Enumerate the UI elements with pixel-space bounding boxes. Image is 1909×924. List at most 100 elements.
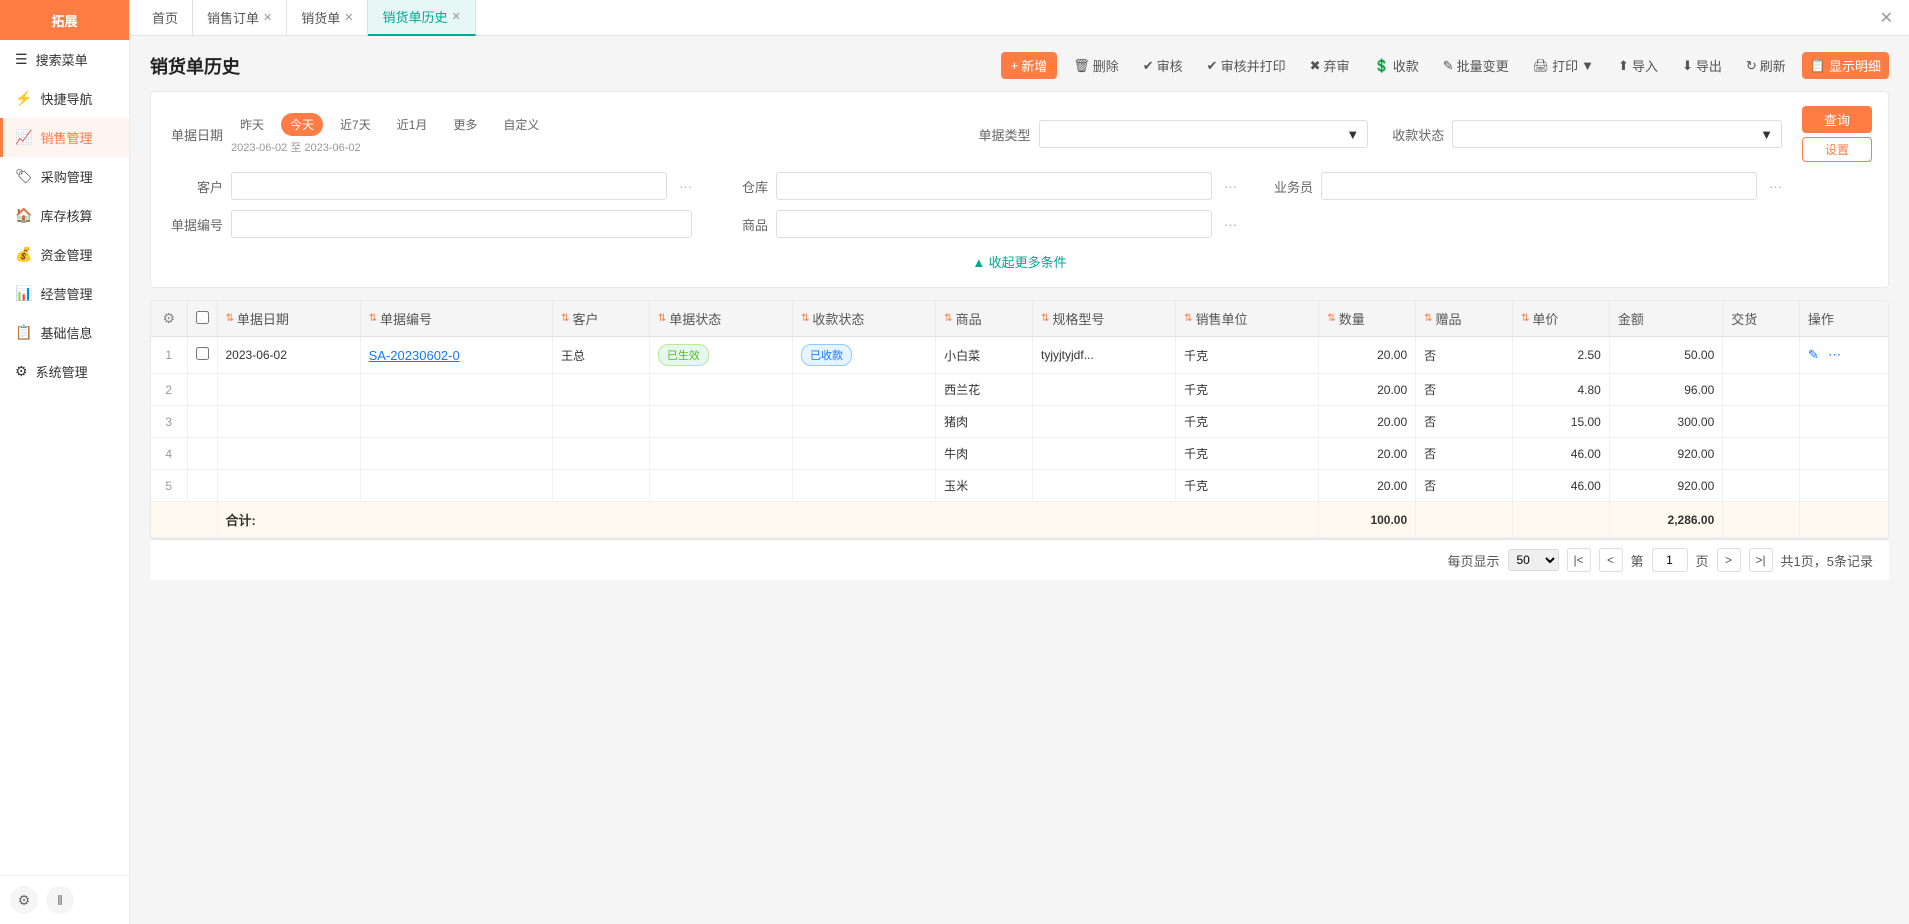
date-tag-1month[interactable]: 近1月: [388, 113, 437, 136]
th-customer[interactable]: ⇅ 客户: [553, 301, 650, 337]
select-all-checkbox[interactable]: [196, 311, 209, 324]
collapse-row[interactable]: ▲ 收起更多条件: [167, 248, 1872, 273]
row4-doc-status: [649, 438, 792, 470]
sidebar-item-label: 销售管理: [40, 128, 92, 147]
row1-edit-icon[interactable]: ✎: [1808, 347, 1819, 362]
page-prev-btn[interactable]: <: [1599, 548, 1623, 572]
row1-more-icon[interactable]: ⋯: [1828, 347, 1841, 362]
sidebar-item-basic-info[interactable]: 📋 基础信息: [0, 313, 129, 352]
sidebar-item-search-menu[interactable]: ☰ 搜索菜单: [0, 40, 129, 79]
sidebar-settings-btn[interactable]: ⚙: [10, 886, 38, 914]
total-records-text: 共1页，5条记录: [1781, 551, 1873, 570]
page-last-btn[interactable]: >|: [1749, 548, 1773, 572]
tab-sales-history-close[interactable]: ✕: [452, 10, 461, 23]
page-input[interactable]: [1652, 548, 1688, 572]
sidebar-item-inventory[interactable]: 🏠 库存核算: [0, 196, 129, 235]
review-button[interactable]: ✔ 审核: [1135, 52, 1191, 79]
collect-button[interactable]: 💲 收款: [1366, 52, 1427, 79]
abandon-button[interactable]: ✖ 弃审: [1302, 52, 1358, 79]
th-collect-status[interactable]: ⇅ 收款状态: [793, 301, 936, 337]
th-doc-no[interactable]: ⇅ 单据编号: [360, 301, 552, 337]
row1-select-checkbox[interactable]: [196, 347, 209, 360]
warehouse-input[interactable]: [776, 172, 1212, 200]
table-settings-icon[interactable]: ⚙: [162, 310, 175, 326]
new-icon: +: [1011, 58, 1019, 73]
row4-qty: 20.00: [1319, 438, 1416, 470]
filter-warehouse-item: 仓库 ···: [712, 172, 1237, 200]
doc-no-input[interactable]: [231, 210, 692, 238]
collect-status-select[interactable]: ▼: [1452, 120, 1782, 148]
tab-close-all-btn[interactable]: ✕: [1872, 8, 1901, 28]
date-tag-yesterday[interactable]: 昨天: [231, 113, 273, 136]
row3-spec: [1033, 406, 1176, 438]
tab-sales-goods-close[interactable]: ✕: [344, 11, 353, 24]
export-button[interactable]: ⬇ 导出: [1674, 52, 1730, 79]
th-doc-status[interactable]: ⇅ 单据状态: [649, 301, 792, 337]
tab-sales-order[interactable]: 销售订单 ✕: [193, 0, 287, 36]
row1-doc-no[interactable]: SA-20230602-0: [360, 337, 552, 374]
th-price[interactable]: ⇅ 单价: [1512, 301, 1609, 337]
refresh-button[interactable]: ↻ 刷新: [1738, 52, 1794, 79]
delete-button[interactable]: 🗑 删除: [1065, 52, 1127, 79]
doc-type-select[interactable]: ▼: [1039, 120, 1369, 148]
th-unit[interactable]: ⇅ 销售单位: [1176, 301, 1319, 337]
row5-unit: 千克: [1176, 470, 1319, 502]
date-tag-more[interactable]: 更多: [444, 113, 486, 136]
filter-business-item: 业务员 ···: [1257, 172, 1782, 200]
tab-home[interactable]: 首页: [138, 0, 193, 36]
delete-label: 删除: [1093, 56, 1119, 75]
display-detail-button[interactable]: 📋 显示明细: [1802, 52, 1889, 79]
row1-doc-no-link[interactable]: SA-20230602-0: [369, 348, 460, 363]
th-gift[interactable]: ⇅ 赠品: [1416, 301, 1513, 337]
filter-settings-button[interactable]: 设置: [1802, 137, 1872, 162]
tab-sales-order-close[interactable]: ✕: [263, 11, 272, 24]
sidebar-item-purchase-mgmt[interactable]: 🏷 采购管理: [0, 157, 129, 196]
row1-actions: ✎ ⋯: [1799, 337, 1888, 374]
page-next-btn[interactable]: >: [1717, 548, 1741, 572]
customer-dots[interactable]: ···: [679, 179, 692, 194]
filter-area: 单据日期 昨天 今天 近7天 近1月 更多 自定义 2023-06-02 至 2…: [150, 91, 1889, 288]
row3-unit: 千克: [1176, 406, 1319, 438]
th-date[interactable]: ⇅ 单据日期: [217, 301, 360, 337]
date-tag-7days[interactable]: 近7天: [331, 113, 380, 136]
sidebar-item-sys-mgmt[interactable]: ⚙ 系统管理: [0, 352, 129, 391]
business-dots[interactable]: ···: [1769, 179, 1782, 194]
sidebar-item-sales-mgmt[interactable]: 📈 销售管理: [0, 118, 129, 157]
goods-dots[interactable]: ···: [1224, 217, 1237, 232]
th-goods-label: 商品: [956, 309, 982, 328]
customer-sort-icon: ⇅: [561, 313, 569, 324]
print-button[interactable]: 🖨 打印 ▼: [1525, 52, 1602, 79]
business-input[interactable]: [1321, 172, 1757, 200]
query-button[interactable]: 查询: [1802, 106, 1872, 133]
row2-amount: 96.00: [1609, 374, 1722, 406]
batch-change-icon: ✎: [1443, 58, 1454, 74]
sidebar-collapse-btn[interactable]: ‖: [46, 886, 74, 914]
sidebar-item-ops-mgmt[interactable]: 📊 经营管理: [0, 274, 129, 313]
th-actions-label: 操作: [1808, 312, 1834, 327]
review-print-button[interactable]: ✔ 审核并打印: [1199, 52, 1294, 79]
th-goods[interactable]: ⇅ 商品: [936, 301, 1033, 337]
row2-collect-status: [793, 374, 936, 406]
goods-input[interactable]: [776, 210, 1212, 238]
row1-collect-status-badge: 已收款: [801, 344, 852, 366]
table-row: 5 玉米 千克 20.00 否 46.00 920.00: [151, 470, 1888, 502]
th-spec[interactable]: ⇅ 规格型号: [1033, 301, 1176, 337]
tab-sales-goods[interactable]: 销货单 ✕: [287, 0, 368, 36]
page-size-select[interactable]: 50 100 200: [1508, 549, 1559, 571]
goods-label: 商品: [712, 215, 768, 234]
page-first-btn[interactable]: |<: [1567, 548, 1591, 572]
batch-change-button[interactable]: ✎ 批量变更: [1435, 52, 1517, 79]
new-button[interactable]: + 新增: [1001, 52, 1058, 79]
sidebar-item-quick-nav[interactable]: ⚡ 快捷导航: [0, 79, 129, 118]
sidebar-item-capital-mgmt[interactable]: 💰 资金管理: [0, 235, 129, 274]
customer-input[interactable]: [231, 172, 667, 200]
main-area: 首页 销售订单 ✕ 销货单 ✕ 销货单历史 ✕ ✕ 销货单历史 + 新增: [130, 0, 1909, 924]
date-tag-today[interactable]: 今天: [281, 113, 323, 136]
tab-sales-history[interactable]: 销货单历史 ✕: [368, 0, 475, 36]
th-settings[interactable]: ⚙: [151, 301, 187, 337]
import-button[interactable]: ⬆ 导入: [1610, 52, 1666, 79]
warehouse-dots[interactable]: ···: [1224, 179, 1237, 194]
date-tag-custom[interactable]: 自定义: [494, 113, 548, 136]
table-container: ⚙ ⇅ 单据日期 ⇅: [150, 300, 1889, 539]
th-qty[interactable]: ⇅ 数量: [1319, 301, 1416, 337]
